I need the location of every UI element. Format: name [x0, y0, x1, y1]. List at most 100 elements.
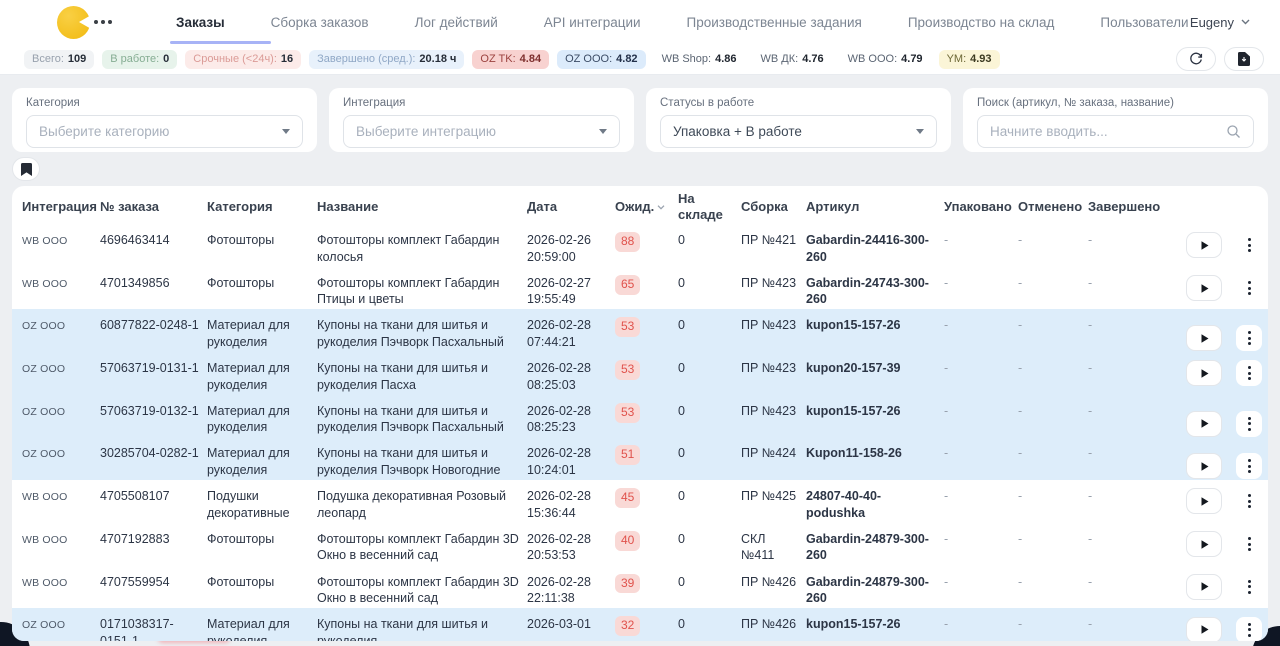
column-header-label: № заказа	[100, 199, 160, 215]
cell-waiting: 45	[615, 480, 678, 523]
table-row[interactable]: WB OOO 4696463414 Фотошторы Фотошторы компл…	[12, 224, 1268, 267]
column-header[interactable]: Завершено	[1088, 199, 1178, 215]
cell-category: Фотошторы	[207, 574, 275, 589]
start-order-button[interactable]	[1186, 232, 1222, 259]
column-header[interactable]: Интеграция	[22, 199, 100, 215]
cell-integration: OZ OOO	[22, 619, 66, 632]
nav-tab[interactable]: Сборка заказов	[271, 0, 369, 44]
nav-tab[interactable]: Пользователи	[1100, 0, 1188, 44]
refresh-button[interactable]	[1176, 47, 1216, 71]
sort-caret-icon	[657, 205, 665, 210]
cell-cancelled: -	[1018, 489, 1023, 504]
start-order-button[interactable]	[1186, 360, 1222, 387]
start-order-button[interactable]	[1186, 488, 1222, 515]
row-menu-button[interactable]	[1236, 325, 1262, 352]
column-header[interactable]: Артикул	[806, 199, 944, 215]
row-menu-button[interactable]	[1236, 488, 1262, 514]
row-actions	[1178, 224, 1264, 267]
status-select[interactable]: Упаковка + В работе	[660, 115, 937, 148]
table-body: WB OOO 4696463414 Фотошторы Фотошторы компл…	[12, 224, 1268, 641]
app-logo[interactable]	[57, 5, 112, 39]
row-menu-button[interactable]	[1236, 574, 1262, 600]
search-icon	[1227, 125, 1240, 138]
row-menu-button[interactable]	[1236, 531, 1262, 557]
table-row[interactable]: OZ OOO 60877822-0248-1 Материал для рукоде…	[12, 309, 1268, 353]
table-row[interactable]: WB OOO 4701349856 Фотошторы Фотошторы компл…	[12, 267, 1268, 310]
row-menu-button[interactable]	[1236, 275, 1262, 301]
search-input[interactable]	[990, 124, 1226, 139]
column-header-label: Дата	[527, 199, 558, 215]
cell-stock: 0	[678, 574, 685, 589]
row-menu-button[interactable]	[1236, 360, 1262, 387]
table-row[interactable]: WB OOO 4707559954 Фотошторы Фотошторы компл…	[12, 566, 1268, 609]
cell-completed: -	[1088, 361, 1093, 376]
nav-tab[interactable]: Производственные задания	[687, 0, 862, 44]
nav-tabs: Заказы Сборка заказов Лог действий API инте…	[170, 0, 1189, 44]
cell-order-number: 4701349856	[100, 275, 170, 290]
cell-completed: -	[1088, 403, 1093, 418]
waiting-badge: 53	[615, 317, 641, 338]
cell-order-number: 60877822-0248-1	[100, 318, 199, 333]
cell-packed: -	[944, 275, 949, 290]
bookmark-filter-button[interactable]	[12, 157, 40, 181]
category-select[interactable]: Выберите категорию	[26, 115, 303, 148]
export-button[interactable]	[1224, 47, 1264, 71]
cell-category: Материал для рукоделия	[207, 403, 290, 435]
waiting-badge: 53	[615, 360, 641, 380]
integration-select[interactable]: Выберите интеграцию	[343, 115, 620, 148]
cell-integration: WB OOO	[22, 491, 68, 504]
chip-value: 4.86	[715, 53, 737, 65]
row-menu-button[interactable]	[1236, 616, 1262, 641]
nav-tab[interactable]: Заказы	[170, 0, 270, 44]
column-header[interactable]: Отменено	[1018, 199, 1088, 215]
column-header[interactable]: На складе	[678, 191, 741, 222]
filter-card-integration: Интеграция Выберите интеграцию	[329, 88, 634, 152]
column-header[interactable]: № заказа	[100, 199, 207, 215]
start-order-button[interactable]	[1186, 453, 1222, 480]
table-row[interactable]: OZ OOO 0171038317-0151-1 Материал для руко…	[12, 608, 1268, 641]
chip-label: WB ДК:	[760, 53, 799, 65]
column-header[interactable]: Название	[317, 199, 527, 215]
row-actions	[1178, 480, 1264, 523]
table-row[interactable]: OZ OOO 57063719-0131-1 Материал для рукоде…	[12, 352, 1268, 395]
column-header[interactable]: Категория	[207, 199, 317, 215]
user-menu[interactable]: Eugeny	[1190, 15, 1250, 30]
cell-assembly: ПР №421	[741, 233, 797, 247]
filter-card-statuses: Статусы в работе Упаковка + В работе	[646, 88, 951, 152]
start-order-button[interactable]	[1186, 531, 1222, 558]
column-header[interactable]: Дата	[527, 199, 615, 215]
cell-completed: -	[1088, 446, 1093, 461]
nav-tab[interactable]: Лог действий	[415, 0, 498, 44]
column-header[interactable]: Упаковано	[944, 199, 1018, 215]
start-order-button[interactable]	[1186, 275, 1222, 302]
start-order-button[interactable]	[1186, 616, 1222, 641]
table-row[interactable]: OZ OOO 57063719-0132-1 Материал для рукоде…	[12, 394, 1268, 438]
chip-label: WB Shop:	[661, 53, 712, 65]
cell-category: Фотошторы	[207, 233, 275, 247]
table-row[interactable]: OZ OOO 30285704-0282-1 Материал для рукоде…	[12, 437, 1268, 481]
row-menu-button[interactable]	[1236, 453, 1262, 480]
filter-label: Интеграция	[343, 97, 406, 109]
cell-packed: -	[944, 489, 949, 504]
column-header[interactable]: Сборка	[741, 199, 806, 215]
chip-label: Срочные (<24ч):	[193, 53, 277, 65]
table-row[interactable]: WB OOO 4705508107 Подушки декоративные Поду…	[12, 480, 1268, 523]
cell-packed: -	[944, 361, 949, 376]
start-order-button[interactable]	[1186, 325, 1222, 352]
cell-packed: -	[944, 531, 949, 546]
start-order-button[interactable]	[1186, 410, 1222, 437]
cell-packed: -	[944, 318, 949, 333]
table-row[interactable]: WB OOO 4707192883 Фотошторы Фотошторы компл…	[12, 523, 1268, 566]
column-header-label: На складе	[678, 191, 723, 222]
nav-tab[interactable]: API интеграции	[544, 0, 641, 44]
waiting-badge: 65	[615, 274, 641, 295]
nav-tab[interactable]: Производство на склад	[908, 0, 1055, 44]
start-order-button[interactable]	[1186, 573, 1222, 600]
cell-date: 2026-03-01	[527, 617, 591, 632]
cell-cancelled: -	[1018, 403, 1023, 418]
cell-waiting: 51	[615, 437, 678, 480]
row-menu-button[interactable]	[1236, 232, 1262, 258]
column-header[interactable]: Ожид.	[615, 199, 678, 215]
row-menu-button[interactable]	[1236, 410, 1262, 437]
select-value: Выберите категорию	[39, 124, 170, 139]
